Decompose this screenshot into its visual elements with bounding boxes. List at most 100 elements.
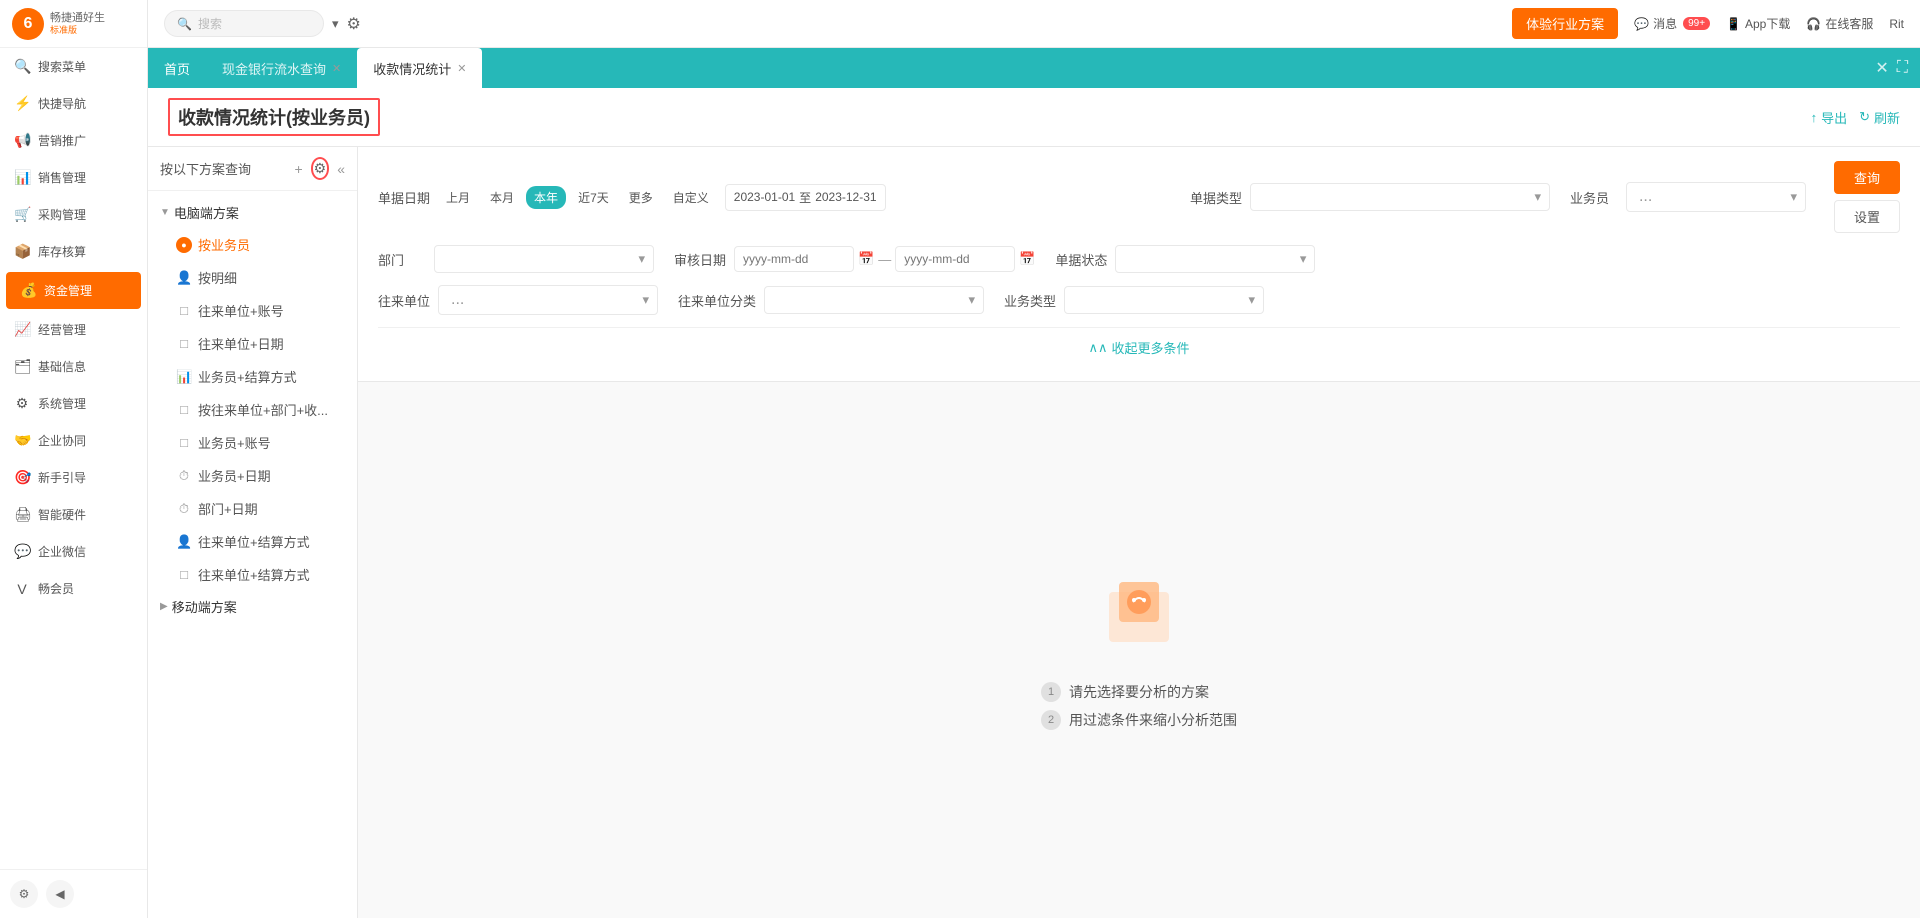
date-range-display: 2023-01-01 至 2023-12-31 bbox=[725, 184, 886, 211]
add-plan-btn[interactable]: + bbox=[294, 161, 302, 177]
tree-item-sales-date[interactable]: ⏱ 业务员+日期 bbox=[148, 459, 357, 492]
refresh-btn[interactable]: ↻ 刷新 bbox=[1859, 108, 1900, 127]
sidebar-item-operations[interactable]: 📈 经营管理 bbox=[0, 311, 147, 348]
app-download-btn[interactable]: 📱 App下载 bbox=[1726, 15, 1790, 32]
cal-to-icon[interactable]: 📅 bbox=[1019, 251, 1035, 267]
action-btns: 查询 设置 bbox=[1834, 161, 1900, 233]
tree-item-dept-date[interactable]: ⏱ 部门+日期 bbox=[148, 492, 357, 525]
review-date-from-input[interactable] bbox=[734, 246, 854, 272]
tree-item-client-account[interactable]: □ 往来单位+账号 bbox=[148, 294, 357, 327]
tree-group-desktop-header[interactable]: ▼ 电脑端方案 bbox=[148, 197, 357, 228]
filter-row-1: 单据日期 上月 本月 本年 近7天 更多 自定义 bbox=[378, 161, 1900, 233]
partner-more-btn[interactable]: ... bbox=[451, 291, 464, 309]
export-btn[interactable]: ↑ 导出 bbox=[1811, 108, 1848, 127]
search-icon: 🔍 bbox=[14, 58, 30, 75]
sidebar-item-purchase[interactable]: 🛒 采购管理 bbox=[0, 196, 147, 233]
page-header: 收款情况统计(按业务员) ↑ 导出 ↻ 刷新 bbox=[148, 88, 1920, 147]
tab-collection-close[interactable]: ✕ bbox=[457, 62, 466, 75]
sidebar-item-guide[interactable]: 🎯 新手引导 bbox=[0, 459, 147, 496]
topbar-gear-btn[interactable]: ⚙ bbox=[347, 14, 361, 34]
partner-select[interactable]: ... ▾ bbox=[438, 285, 658, 315]
user-avatar[interactable]: Rit bbox=[1889, 17, 1904, 31]
date-tabs: 上月 本月 本年 近7天 更多 自定义 bbox=[438, 186, 717, 209]
tab-bank-close[interactable]: ✕ bbox=[332, 62, 341, 75]
tree-section: ▼ 电脑端方案 ● 按业务员 👤 按明细 bbox=[148, 191, 357, 628]
lightning-icon: ⚡ bbox=[14, 95, 30, 112]
doc-type-select[interactable]: ▾ bbox=[1250, 183, 1550, 211]
plan-settings-btn[interactable]: ⚙ bbox=[311, 157, 330, 180]
tree-item-by-sales[interactable]: ● 按业务员 bbox=[148, 228, 357, 261]
empty-step-2: 2 用过滤条件来缩小分析范围 bbox=[1041, 710, 1237, 730]
window-close-btn[interactable]: ✕ bbox=[1875, 58, 1888, 78]
tree-item-sales-account[interactable]: □ 业务员+账号 bbox=[148, 426, 357, 459]
tab-collection[interactable]: 收款情况统计 ✕ bbox=[357, 48, 482, 88]
tree-item-sales-payment[interactable]: 📊 业务员+结算方式 bbox=[148, 360, 357, 393]
sales-more-btn[interactable]: ... bbox=[1639, 188, 1652, 206]
query-btn[interactable]: 查询 bbox=[1834, 161, 1900, 194]
tab-bank[interactable]: 现金银行流水查询 ✕ bbox=[206, 48, 357, 88]
doc-status-select[interactable]: ▾ bbox=[1115, 245, 1315, 273]
biz-type-select[interactable]: ▾ bbox=[1064, 286, 1264, 314]
biz-type-arrow: ▾ bbox=[1249, 292, 1256, 308]
export-icon: ↑ bbox=[1811, 110, 1818, 125]
tree-group-mobile-header[interactable]: ▶ 移动端方案 bbox=[148, 591, 357, 622]
sidebar-item-finance[interactable]: 💰 资金管理 bbox=[6, 272, 141, 309]
window-expand-btn[interactable]: ⛶ bbox=[1897, 59, 1908, 77]
partner-type-arrow: ▾ bbox=[969, 292, 976, 308]
tabbar: 首页 现金银行流水查询 ✕ 收款情况统计 ✕ ✕ ⛶ bbox=[148, 48, 1920, 88]
tab-home[interactable]: 首页 bbox=[148, 48, 206, 88]
date-tab-this-month[interactable]: 本月 bbox=[482, 186, 522, 209]
set-btn[interactable]: 设置 bbox=[1834, 200, 1900, 233]
download-icon: 📱 bbox=[1726, 17, 1741, 31]
topbar: 🔍 搜索 ▾ ⚙ 体验行业方案 💬 消息 99+ 📱 App下载 🎧 在线客服 bbox=[148, 0, 1920, 48]
date-tab-last-month[interactable]: 上月 bbox=[438, 186, 478, 209]
date-tab-7days[interactable]: 近7天 bbox=[570, 186, 617, 209]
cal-from-icon[interactable]: 📅 bbox=[858, 251, 874, 267]
sidebar-item-marketing[interactable]: 📢 营销推广 bbox=[0, 122, 147, 159]
purchase-icon: 🛒 bbox=[14, 206, 30, 223]
page-title: 收款情况统计(按业务员) bbox=[168, 98, 380, 136]
sidebar-item-basic[interactable]: 🗂 基础信息 bbox=[0, 348, 147, 385]
operations-icon: 📈 bbox=[14, 321, 30, 338]
partner-type-select[interactable]: ▾ bbox=[764, 286, 984, 314]
notification-btn[interactable]: 💬 消息 99+ bbox=[1634, 15, 1710, 32]
review-date-to-input[interactable] bbox=[895, 246, 1015, 272]
sidebar-item-system[interactable]: ⚙ 系统管理 bbox=[0, 385, 147, 422]
topbar-dropdown-btn[interactable]: ▾ bbox=[332, 16, 339, 32]
online-service-btn[interactable]: 🎧 在线客服 bbox=[1806, 15, 1873, 32]
tree-item-client-payment2[interactable]: □ 往来单位+结算方式 bbox=[148, 558, 357, 591]
inventory-icon: 📦 bbox=[14, 243, 30, 260]
weixin-icon: 💬 bbox=[14, 543, 30, 560]
settings-footer-btn[interactable]: ⚙ bbox=[10, 880, 38, 908]
date-tab-custom[interactable]: 自定义 bbox=[665, 186, 717, 209]
main-area: 🔍 搜索 ▾ ⚙ 体验行业方案 💬 消息 99+ 📱 App下载 🎧 在线客服 bbox=[148, 0, 1920, 918]
dept-select[interactable]: ▾ bbox=[434, 245, 654, 273]
tree-item-by-detail[interactable]: 👤 按明细 bbox=[148, 261, 357, 294]
sidebar-item-quicknav[interactable]: ⚡ 快捷导航 bbox=[0, 85, 147, 122]
tree-item-client-dept[interactable]: □ 按往来单位+部门+收... bbox=[148, 393, 357, 426]
tree-item-client-date[interactable]: □ 往来单位+日期 bbox=[148, 327, 357, 360]
topbar-search-box[interactable]: 🔍 搜索 bbox=[164, 10, 324, 37]
review-date-range: 📅 — 📅 bbox=[734, 246, 1035, 272]
sidebar-item-sales[interactable]: 📊 销售管理 bbox=[0, 159, 147, 196]
date-tab-this-year[interactable]: 本年 bbox=[526, 186, 566, 209]
sidebar-item-enterprise[interactable]: 🤝 企业协同 bbox=[0, 422, 147, 459]
sidebar-item-hardware[interactable]: 🖨 智能硬件 bbox=[0, 496, 147, 533]
table5-icon: □ bbox=[176, 567, 192, 582]
collapse-panel-btn[interactable]: « bbox=[337, 161, 345, 177]
tree-item-client-payment1[interactable]: 👤 往来单位+结算方式 bbox=[148, 525, 357, 558]
tree-arrow-desktop: ▼ bbox=[160, 207, 170, 218]
topbar-left: 🔍 搜索 ▾ ⚙ bbox=[164, 10, 1500, 37]
sidebar-item-search[interactable]: 🔍 搜索菜单 bbox=[0, 48, 147, 85]
sidebar-item-inventory[interactable]: 📦 库存核算 bbox=[0, 233, 147, 270]
sales-select[interactable]: ... ▾ bbox=[1626, 182, 1806, 212]
collapse-sidebar-btn[interactable]: ◀ bbox=[46, 880, 74, 908]
chart-icon: 📊 bbox=[176, 369, 192, 385]
trial-btn[interactable]: 体验行业方案 bbox=[1512, 8, 1618, 39]
doc-type-arrow: ▾ bbox=[1534, 189, 1541, 205]
sidebar-item-weixin[interactable]: 💬 企业微信 bbox=[0, 533, 147, 570]
sidebar-item-member[interactable]: V 畅会员 bbox=[0, 570, 147, 607]
collapse-bar[interactable]: ∧∧ 收起更多条件 bbox=[378, 327, 1900, 367]
date-tab-more[interactable]: 更多 bbox=[621, 186, 661, 209]
panel-header: 按以下方案查询 + ⚙ « bbox=[148, 147, 357, 191]
